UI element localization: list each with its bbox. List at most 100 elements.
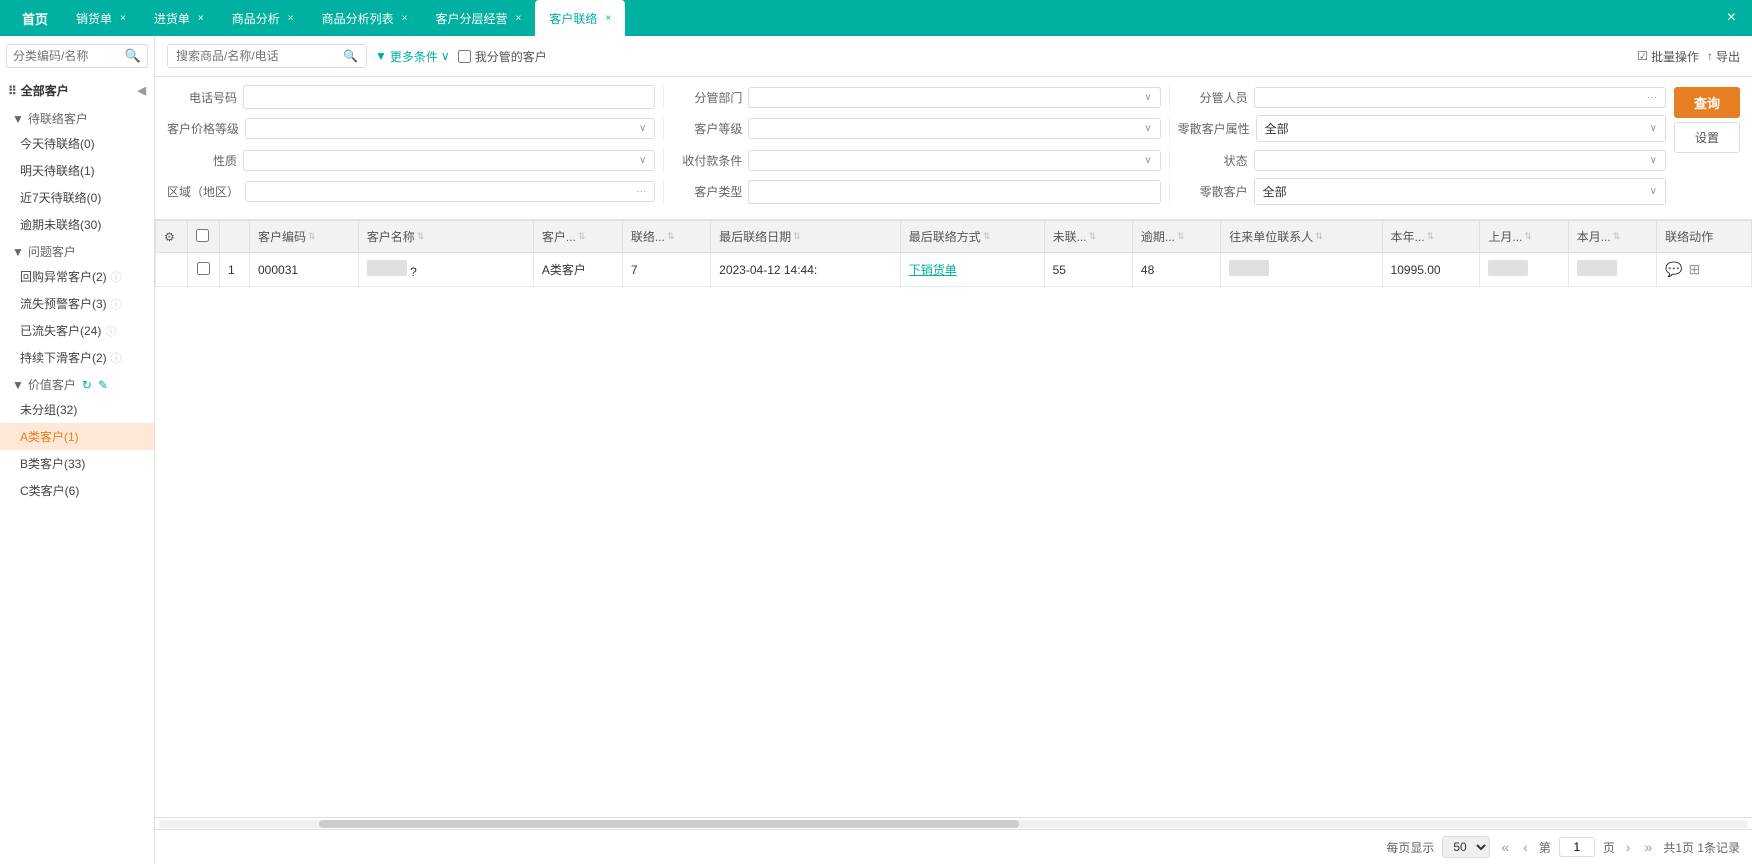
col-code[interactable]: 客户编码 ⇅	[250, 221, 359, 253]
sidebar-collapse-icon[interactable]: ◀	[138, 84, 146, 97]
sort-icon[interactable]: ⇅	[1524, 231, 1532, 242]
sidebar-item-tomorrow-pending[interactable]: 明天待联络(1)	[0, 157, 154, 184]
filter-dept-select[interactable]: ∨	[748, 87, 1160, 108]
col-type[interactable]: 客户... ⇅	[533, 221, 622, 253]
col-name[interactable]: 客户名称 ⇅	[358, 221, 533, 253]
col-prev-contact[interactable]: 往来单位联系人 ⇅	[1221, 221, 1382, 253]
row-checkbox-cell[interactable]	[188, 253, 220, 287]
row-last-method-cell[interactable]: 下销货单	[900, 253, 1044, 287]
filter-scatter-select[interactable]: 全部 ∨	[1254, 178, 1666, 205]
close-all-button[interactable]: ×	[1719, 9, 1744, 27]
edit-icon[interactable]: ✎	[98, 378, 108, 392]
filter-customer-type-input[interactable]	[748, 180, 1160, 204]
my-customers-checkbox[interactable]: 我分管的客户	[458, 48, 547, 65]
nav-purchase-close[interactable]: ×	[198, 13, 204, 24]
sidebar-item-declining[interactable]: 持续下滑客户(2) ⓘ	[0, 344, 154, 371]
sidebar-item-overdue[interactable]: 逾期未联络(30)	[0, 211, 154, 238]
sort-icon[interactable]: ⇅	[308, 231, 316, 242]
refresh-icon[interactable]: ↻	[82, 378, 92, 392]
sidebar-item-today-pending[interactable]: 今天待联络(0)	[0, 130, 154, 157]
settings-icon[interactable]: ⚙	[164, 230, 175, 244]
sort-icon[interactable]: ⇅	[1613, 231, 1621, 242]
sidebar-group-value[interactable]: ▼ 价值客户 ↻ ✎	[0, 371, 154, 396]
filter-search-input[interactable]	[176, 49, 339, 63]
filter-scatter: 零散客户 全部 ∨	[1178, 178, 1666, 205]
col-uncontacted[interactable]: 未联... ⇅	[1044, 221, 1132, 253]
filter-payment-select[interactable]: ∨	[748, 150, 1160, 171]
filter-phone-input[interactable]	[243, 85, 655, 109]
sidebar-search-icon[interactable]: 🔍	[125, 48, 141, 64]
col-contact[interactable]: 联络... ⇅	[622, 221, 710, 253]
page-number-input[interactable]	[1559, 837, 1595, 857]
prev-page-button[interactable]: ‹	[1520, 839, 1531, 855]
filter-region-select[interactable]: ···	[245, 181, 655, 202]
first-page-button[interactable]: «	[1498, 839, 1512, 855]
col-overdue[interactable]: 逾期... ⇅	[1132, 221, 1220, 253]
nav-sales-close[interactable]: ×	[120, 13, 126, 24]
col-last-month[interactable]: 上月... ⇅	[1480, 221, 1568, 253]
sort-icon[interactable]: ⇅	[1427, 231, 1435, 242]
filter-status-select[interactable]: ∨	[1254, 150, 1666, 171]
filter-scatter-attr-select[interactable]: 全部 ∨	[1256, 115, 1666, 142]
per-page-select[interactable]: 50	[1442, 836, 1490, 858]
filter-nature-select[interactable]: ∨	[243, 150, 655, 171]
sort-icon[interactable]: ⇅	[1089, 231, 1097, 242]
sidebar-item-week-pending[interactable]: 近7天待联络(0)	[0, 184, 154, 211]
query-button[interactable]: 查询	[1674, 87, 1740, 118]
my-customers-check[interactable]	[458, 50, 471, 63]
sort-icon[interactable]: ⇅	[793, 231, 801, 242]
export-button[interactable]: ↑ 导出	[1707, 48, 1740, 65]
col-checkbox[interactable]	[188, 221, 220, 253]
sidebar-group-pending[interactable]: ▼ 待联络客户	[0, 105, 154, 130]
sidebar-item-churned[interactable]: 已流失客户(24) ⓘ	[0, 317, 154, 344]
col-last-method[interactable]: 最后联络方式 ⇅	[900, 221, 1044, 253]
sidebar-item-ungroup[interactable]: 未分组(32)	[0, 396, 154, 423]
sidebar-item-c-class[interactable]: C类客户(6)	[0, 477, 154, 504]
row-checkbox[interactable]	[197, 262, 210, 275]
scrollbar-track[interactable]	[159, 820, 1748, 828]
nav-customer-contact-close[interactable]: ×	[605, 13, 611, 24]
filter-price-level-select[interactable]: ∨	[245, 118, 655, 139]
sort-icon[interactable]: ⇅	[1315, 231, 1323, 242]
nav-sales[interactable]: 销货单 ×	[62, 0, 140, 36]
nav-home[interactable]: 首页	[8, 0, 62, 36]
filter-search-icon[interactable]: 🔍	[343, 49, 358, 63]
grid-action-icon[interactable]: ⊞	[1689, 261, 1701, 278]
last-month-placeholder	[1488, 260, 1528, 276]
filter-person-select[interactable]: ···	[1254, 87, 1666, 108]
sort-icon[interactable]: ⇅	[1177, 231, 1185, 242]
next-page-button[interactable]: ›	[1623, 839, 1634, 855]
col-last-date[interactable]: 最后联络日期 ⇅	[711, 221, 901, 253]
sidebar-item-b-class[interactable]: B类客户(33)	[0, 450, 154, 477]
all-customers-header[interactable]: ⠿ 全部客户 ◀	[0, 76, 154, 105]
sidebar-search-input[interactable]	[13, 49, 125, 63]
select-all-checkbox[interactable]	[196, 229, 209, 242]
nav-goods-analysis-close[interactable]: ×	[288, 13, 294, 24]
sidebar-item-repurchase-abnormal[interactable]: 回购异常客户(2) ⓘ	[0, 263, 154, 290]
nav-purchase[interactable]: 进货单 ×	[140, 0, 218, 36]
nav-goods-list-close[interactable]: ×	[402, 13, 408, 24]
nav-customer-layer-close[interactable]: ×	[515, 13, 521, 24]
nav-customer-contact[interactable]: 客户联络 ×	[535, 0, 625, 36]
horizontal-scrollbar[interactable]	[155, 817, 1752, 829]
sort-icon[interactable]: ⇅	[417, 231, 425, 242]
col-this-month[interactable]: 本月... ⇅	[1568, 221, 1656, 253]
last-page-button[interactable]: »	[1642, 839, 1656, 855]
scrollbar-thumb[interactable]	[319, 820, 1019, 828]
more-filters-button[interactable]: ▼ 更多条件 ∨	[375, 48, 450, 65]
sort-icon[interactable]: ⇅	[983, 231, 991, 242]
batch-op-button[interactable]: ☑ 批量操作	[1637, 48, 1699, 65]
nav-goods-list[interactable]: 商品分析列表 ×	[308, 0, 422, 36]
filter-customer-level-select[interactable]: ∨	[748, 118, 1160, 139]
sidebar-item-churn-warning[interactable]: 流失预警客户(3) ⓘ	[0, 290, 154, 317]
settings-button[interactable]: 设置	[1674, 122, 1740, 153]
sort-icon[interactable]: ⇅	[578, 231, 586, 242]
sidebar-group-problem[interactable]: ▼ 问题客户	[0, 238, 154, 263]
sidebar-item-a-class[interactable]: A类客户(1)	[0, 423, 154, 450]
sort-icon[interactable]: ⇅	[667, 231, 675, 242]
chat-icon[interactable]: 💬	[1665, 261, 1682, 278]
col-this-year[interactable]: 本年... ⇅	[1382, 221, 1480, 253]
nav-goods-analysis[interactable]: 商品分析 ×	[218, 0, 308, 36]
nav-customer-layer[interactable]: 客户分层经营 ×	[421, 0, 535, 36]
col-settings[interactable]: ⚙	[156, 221, 188, 253]
